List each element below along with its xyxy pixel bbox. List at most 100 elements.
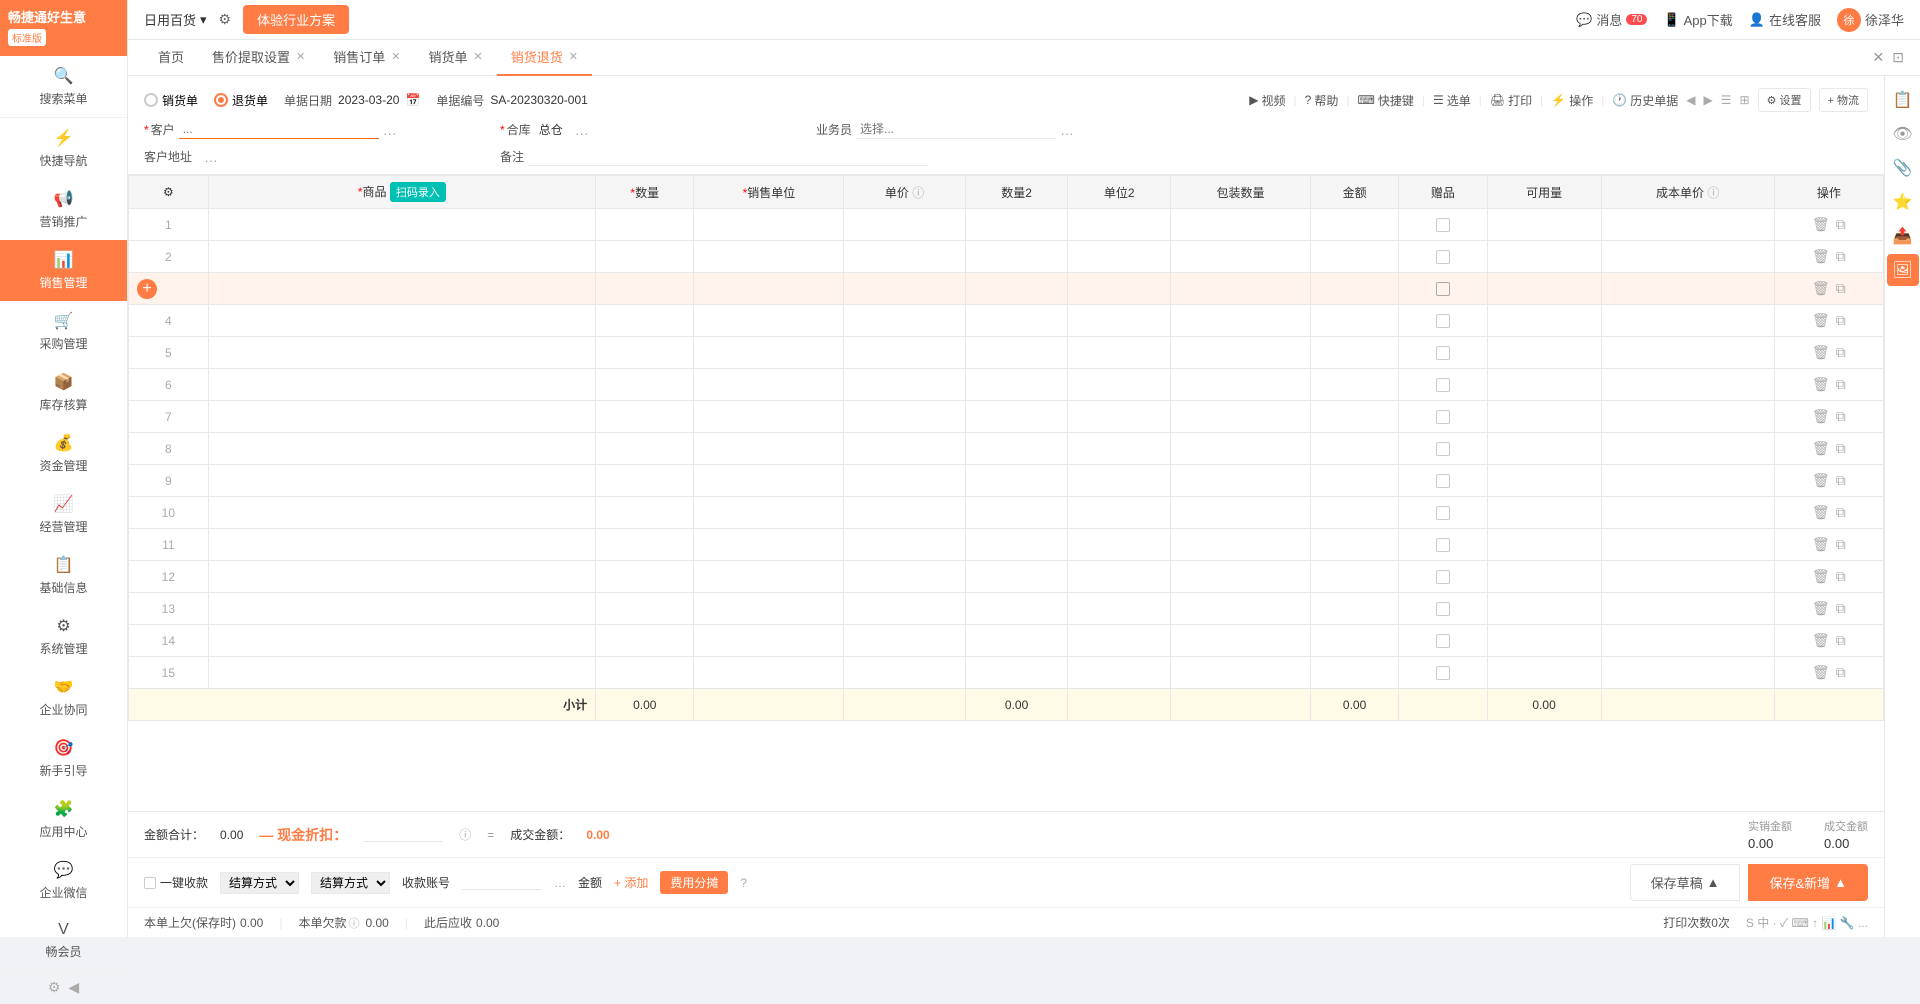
sidebar-item-member[interactable]: V 畅会员: [0, 911, 127, 970]
sidebar-item-inventory[interactable]: 📦 库存核算: [0, 362, 127, 423]
delete-icon[interactable]: 🗑: [1812, 472, 1830, 489]
delete-icon[interactable]: 🗑: [1812, 632, 1830, 649]
copy-icon[interactable]: ⧉: [1836, 600, 1846, 617]
copy-icon[interactable]: ⧉: [1836, 632, 1846, 649]
sidebar-item-basic[interactable]: 📋 基础信息: [0, 545, 127, 606]
sidebar-item-system[interactable]: ⚙ 系统管理: [0, 606, 127, 667]
salesperson-more-icon[interactable]: …: [1060, 122, 1074, 138]
account-dots[interactable]: …: [554, 876, 566, 890]
right-panel-icon-4[interactable]: ⭐: [1887, 186, 1919, 218]
sidebar-item-sales[interactable]: 📊 销售管理: [0, 240, 127, 301]
shortcut-btn[interactable]: ⌨ 快捷键: [1357, 92, 1413, 109]
gear-icon[interactable]: ⚙: [163, 185, 174, 199]
one-click-checkbox[interactable]: [144, 877, 156, 889]
sidebar-item-purchase[interactable]: 🛒 采购管理: [0, 301, 127, 362]
user-menu[interactable]: 徐 徐泽华: [1837, 8, 1904, 32]
save-draft-btn[interactable]: 保存草稿 ▲: [1630, 864, 1741, 901]
tab-close-all-icon[interactable]: ✕: [1873, 49, 1885, 66]
pack-qty-cell[interactable]: [1171, 209, 1311, 241]
account-input[interactable]: [462, 875, 542, 890]
logistics-btn[interactable]: + 物流: [1819, 88, 1868, 112]
qty-cell[interactable]: [596, 209, 694, 241]
amount-cell[interactable]: [1310, 209, 1398, 241]
gift-checkbox[interactable]: [1436, 442, 1450, 456]
gift-checkbox[interactable]: [1436, 506, 1450, 520]
delete-icon[interactable]: 🗑: [1812, 216, 1830, 233]
delete-icon[interactable]: 🗑: [1812, 248, 1830, 265]
gift-checkbox[interactable]: [1436, 666, 1450, 680]
sidebar-item-guide[interactable]: 🎯 新手引导: [0, 728, 127, 789]
right-panel-icon-6[interactable]: 🖼: [1887, 254, 1919, 286]
delete-icon[interactable]: 🗑: [1812, 280, 1830, 297]
tab-sales[interactable]: 销货单 ✕: [414, 40, 496, 76]
product-cell[interactable]: [208, 209, 595, 241]
copy-icon[interactable]: ⧉: [1836, 440, 1846, 457]
sidebar-item-operations[interactable]: 📈 经营管理: [0, 484, 127, 545]
copy-icon[interactable]: ⧉: [1836, 536, 1846, 553]
copy-icon[interactable]: ⧉: [1836, 568, 1846, 585]
right-panel-icon-1[interactable]: 📋: [1887, 84, 1919, 116]
delete-icon[interactable]: 🗑: [1812, 536, 1830, 553]
delete-icon[interactable]: 🗑: [1812, 312, 1830, 329]
sidebar-collapse-icon[interactable]: ◀: [68, 979, 79, 996]
gift-checkbox[interactable]: [1436, 538, 1450, 552]
message-btn[interactable]: 💬 消息 70: [1576, 10, 1647, 29]
online-service-btn[interactable]: 👤 在线客服: [1749, 10, 1821, 29]
view-toggle-grid[interactable]: ⊞: [1740, 93, 1750, 107]
sidebar-item-finance[interactable]: 💰 资金管理: [0, 423, 127, 484]
qty2-cell[interactable]: [965, 209, 1068, 241]
add-amount-btn[interactable]: + 添加: [614, 874, 648, 891]
tab-price-extract[interactable]: 售价提取设置 ✕: [198, 40, 319, 76]
customer-more-icon[interactable]: …: [383, 122, 397, 138]
delete-icon[interactable]: 🗑: [1812, 376, 1830, 393]
note-input[interactable]: [528, 147, 928, 166]
right-panel-icon-2[interactable]: 👁: [1887, 118, 1919, 150]
available-cell[interactable]: [1487, 209, 1601, 241]
add-row-btn[interactable]: +: [137, 279, 157, 299]
new-product-input[interactable]: [217, 282, 587, 296]
gift-checkbox[interactable]: [1436, 602, 1450, 616]
history-nav-prev[interactable]: ◀: [1686, 93, 1695, 107]
sidebar-item-marketing[interactable]: 📢 营销推广: [0, 179, 127, 240]
col-gear[interactable]: ⚙: [129, 176, 209, 209]
gift-checkbox[interactable]: [1436, 250, 1450, 264]
select-btn[interactable]: ☰ 选单: [1433, 92, 1471, 109]
history-btn[interactable]: 🕐 历史单据: [1612, 92, 1678, 109]
sidebar-item-quicknav[interactable]: ⚡ 快捷导航: [0, 118, 127, 179]
tab-sales-return[interactable]: 销货退货 ✕: [497, 40, 592, 76]
category-select[interactable]: 日用百货 ▾: [144, 10, 207, 29]
cost-price-cell[interactable]: [1601, 209, 1774, 241]
gift-checkbox[interactable]: [1436, 314, 1450, 328]
copy-icon[interactable]: ⧉: [1836, 376, 1846, 393]
tab-price-extract-close[interactable]: ✕: [296, 50, 305, 63]
view-toggle-list[interactable]: ☰: [1721, 93, 1732, 107]
unit-cell[interactable]: [694, 209, 844, 241]
gift-checkbox[interactable]: [1436, 474, 1450, 488]
delete-icon[interactable]: 🗑: [1812, 568, 1830, 585]
delete-icon[interactable]: 🗑: [1812, 408, 1830, 425]
sidebar-item-appstore[interactable]: 🧩 应用中心: [0, 789, 127, 850]
sidebar-item-collab[interactable]: 🤝 企业协同: [0, 667, 127, 728]
warehouse-more-icon[interactable]: …: [575, 122, 589, 138]
experience-btn[interactable]: 体验行业方案: [243, 5, 349, 34]
calendar-icon[interactable]: 📅: [405, 93, 420, 107]
tab-expand-icon[interactable]: ⊡: [1892, 49, 1904, 66]
delete-icon[interactable]: 🗑: [1812, 600, 1830, 617]
unit2-cell[interactable]: [1068, 209, 1171, 241]
gift-checkbox[interactable]: [1436, 378, 1450, 392]
scan-btn[interactable]: 扫码录入: [390, 182, 446, 202]
gift-checkbox[interactable]: [1436, 570, 1450, 584]
fee-help-icon[interactable]: ?: [740, 876, 747, 890]
delete-icon[interactable]: 🗑: [1812, 344, 1830, 361]
gift-checkbox[interactable]: [1436, 282, 1450, 296]
salesperson-input[interactable]: [856, 120, 1056, 139]
discount-input[interactable]: [363, 827, 443, 842]
delete-icon[interactable]: 🗑: [1812, 440, 1830, 457]
gift-checkbox[interactable]: [1436, 218, 1450, 232]
tab-sales-order-close[interactable]: ✕: [391, 50, 400, 63]
formula-icon[interactable]: ⓘ: [459, 826, 471, 843]
copy-icon[interactable]: ⧉: [1836, 216, 1846, 233]
price-cell[interactable]: [844, 209, 965, 241]
video-btn[interactable]: ▶ 视频: [1249, 92, 1285, 109]
tab-sales-order[interactable]: 销售订单 ✕: [319, 40, 414, 76]
